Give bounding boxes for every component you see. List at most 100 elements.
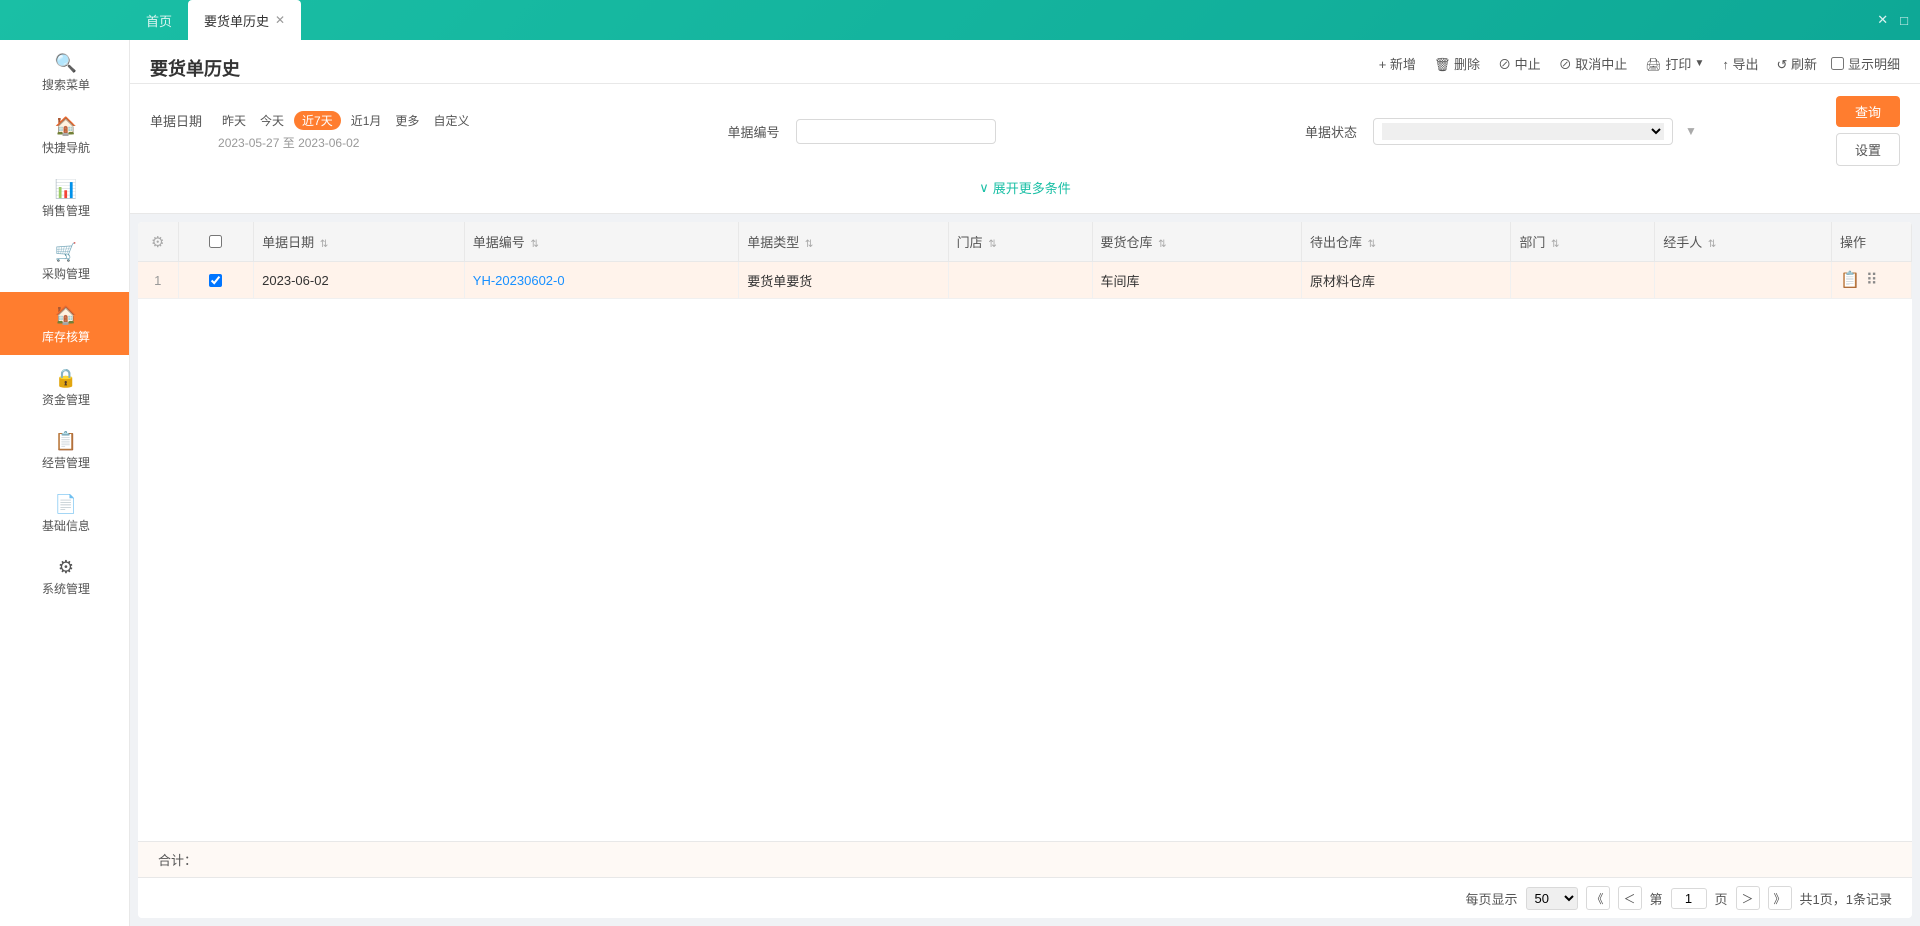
col-store: 门店 ⇅ — [948, 222, 1092, 262]
per-page-select[interactable]: 50 20 100 — [1526, 887, 1578, 910]
sort-docno-icon[interactable]: ⇅ — [530, 239, 538, 250]
inventory-icon: 🏠 — [55, 306, 77, 324]
chevron-down-expand-icon: ∨ — [979, 180, 989, 196]
sort-req-warehouse-icon[interactable]: ⇅ — [1158, 239, 1166, 250]
prev-page-btn[interactable]: ＜ — [1618, 886, 1642, 910]
sidebar-item-finance[interactable]: 🔒 资金管理 — [0, 355, 129, 418]
cell-handler — [1655, 262, 1832, 299]
select-all-checkbox[interactable] — [209, 235, 222, 248]
sort-store-icon[interactable]: ⇅ — [988, 239, 996, 250]
sort-department-icon[interactable]: ⇅ — [1551, 239, 1559, 250]
home-icon: 🏠 — [55, 117, 77, 135]
edit-action-icon[interactable]: 📋 — [1840, 270, 1860, 290]
display-detail-checkbox[interactable]: 显示明细 — [1831, 54, 1900, 73]
pagination-bar: 每页显示 50 20 100 《 ＜ 第 页 ＞ 》 共1页，1条记录 — [138, 877, 1912, 918]
date-btn-yesterday[interactable]: 昨天 — [218, 111, 250, 130]
expand-more-btn[interactable]: ∨ 展开更多条件 — [150, 174, 1900, 201]
top-bar: 首页 要货单历史 ✕ ✕ □ — [0, 0, 1920, 40]
cell-checkbox — [178, 262, 254, 299]
cell-pending-warehouse: 原材料仓库 — [1301, 262, 1510, 299]
window-close-btn[interactable]: ✕ — [1877, 12, 1888, 28]
table-body: 1 2023-06-02 YH-20230602-0 要货单要货 — [138, 262, 1912, 299]
sidebar-item-quick-nav[interactable]: 🏠 快捷导航 — [0, 103, 129, 166]
sidebar-item-basic-info[interactable]: 📄 基础信息 — [0, 481, 129, 544]
date-btn-today[interactable]: 今天 — [256, 111, 288, 130]
chevron-down-icon: ▼ — [1694, 58, 1704, 69]
gear-icon: ⚙ — [58, 558, 74, 576]
doc-no-link[interactable]: YH-20230602-0 — [473, 273, 565, 288]
col-settings[interactable]: ⚙ — [138, 222, 178, 262]
date-filter-section: 昨天 今天 近7天 近1月 更多 自定义 2023-05-27 至 2023-0… — [218, 111, 473, 151]
table-row: 1 2023-06-02 YH-20230602-0 要货单要货 — [138, 262, 1912, 299]
window-maximize-btn[interactable]: □ — [1900, 13, 1908, 28]
sidebar-item-inventory[interactable]: 🏠 库存核算 — [0, 292, 129, 355]
delete-button[interactable]: 🗑 删除 — [1430, 52, 1484, 75]
toolbar: + 新增 🗑 删除 ⊘ 中止 ⊘ 取消中止 🖨 打印 ▼ ↑ 导出 — [1375, 52, 1900, 83]
chevron-down-status-icon: ▼ — [1685, 124, 1697, 138]
display-detail-input[interactable] — [1831, 57, 1844, 70]
next-page-btn[interactable]: ＞ — [1736, 886, 1760, 910]
date-btn-custom[interactable]: 自定义 — [429, 111, 473, 130]
cancel-stop-button[interactable]: ⊘ 取消中止 — [1555, 52, 1632, 75]
table-area: ⚙ 单据日期 ⇅ — [138, 222, 1912, 918]
row-checkbox[interactable] — [209, 274, 222, 287]
sidebar-item-operations[interactable]: 📋 经营管理 — [0, 418, 129, 481]
table-settings-icon[interactable]: ⚙ — [151, 234, 164, 251]
cell-store — [948, 262, 1092, 299]
cell-doc-no: YH-20230602-0 — [464, 262, 738, 299]
col-req-warehouse: 要货仓库 ⇅ — [1092, 222, 1301, 262]
sidebar: 🔍 搜索菜单 🏠 快捷导航 📊 销售管理 🛒 采购管理 🏠 库存核算 🔒 资金管… — [0, 40, 130, 926]
table-header-row: ⚙ 单据日期 ⇅ — [138, 222, 1912, 262]
sort-doctype-icon[interactable]: ⇅ — [805, 239, 813, 250]
table-footer-total: 合计： — [138, 841, 1912, 877]
status-label: 单据状态 — [1305, 122, 1357, 141]
refresh-button[interactable]: ↺ 刷新 — [1772, 52, 1821, 75]
status-select[interactable] — [1382, 123, 1664, 140]
page-number-input[interactable] — [1671, 888, 1707, 909]
date-btn-1month[interactable]: 近1月 — [347, 111, 386, 130]
tab-home[interactable]: 首页 — [130, 0, 188, 40]
more-action-icon[interactable]: ⠿ — [1866, 270, 1878, 290]
status-select-wrapper[interactable] — [1373, 118, 1673, 145]
col-department: 部门 ⇅ — [1511, 222, 1655, 262]
col-actions: 操作 — [1832, 222, 1912, 262]
page-title: 要货单历史 — [150, 55, 240, 81]
sidebar-item-purchase[interactable]: 🛒 采购管理 — [0, 229, 129, 292]
cell-actions: 📋 ⠿ — [1832, 262, 1912, 299]
sort-handler-icon[interactable]: ⇅ — [1708, 239, 1716, 250]
date-btn-more[interactable]: 更多 — [391, 111, 423, 130]
stop-button[interactable]: ⊘ 中止 — [1494, 52, 1545, 75]
lock-icon: 🔒 — [55, 369, 77, 387]
col-pending-warehouse: 待出仓库 ⇅ — [1301, 222, 1510, 262]
print-button[interactable]: 🖨 打印 ▼ — [1641, 52, 1708, 75]
cell-doc-type: 要货单要货 — [739, 262, 948, 299]
sidebar-item-sales[interactable]: 📊 销售管理 — [0, 166, 129, 229]
doc-no-input[interactable] — [796, 119, 996, 144]
clipboard-icon: 📋 — [55, 432, 77, 450]
sort-date-icon[interactable]: ⇅ — [320, 239, 328, 250]
new-button[interactable]: + 新增 — [1375, 52, 1420, 75]
col-checkbox — [178, 222, 254, 262]
layout: 🔍 搜索菜单 🏠 快捷导航 📊 销售管理 🛒 采购管理 🏠 库存核算 🔒 资金管… — [0, 40, 1920, 926]
document-icon: 📄 — [55, 495, 77, 513]
sidebar-item-system[interactable]: ⚙ 系统管理 — [0, 544, 129, 607]
page-header: 要货单历史 + 新增 🗑 删除 ⊘ 中止 ⊘ 取消中止 🖨 打印 ▼ — [130, 40, 1920, 84]
export-button[interactable]: ↑ 导出 — [1718, 52, 1762, 75]
filter-area: 单据日期 昨天 今天 近7天 近1月 更多 自定义 2023-05-27 至 2… — [130, 84, 1920, 214]
sort-pending-warehouse-icon[interactable]: ⇅ — [1368, 239, 1376, 250]
date-range-display: 2023-05-27 至 2023-06-02 — [218, 134, 473, 151]
cell-req-warehouse: 车间库 — [1092, 262, 1301, 299]
query-button[interactable]: 查询 — [1836, 96, 1900, 127]
date-filter-label: 单据日期 — [150, 111, 202, 130]
cell-department — [1511, 262, 1655, 299]
settings-button[interactable]: 设置 — [1836, 133, 1900, 166]
date-btn-7days[interactable]: 近7天 — [294, 111, 341, 130]
col-doc-type: 单据类型 ⇅ — [739, 222, 948, 262]
cell-row-no: 1 — [138, 262, 178, 299]
tab-close-icon[interactable]: ✕ — [275, 13, 285, 27]
tab-history[interactable]: 要货单历史 ✕ — [188, 0, 301, 40]
chart-icon: 📊 — [55, 180, 77, 198]
sidebar-item-search[interactable]: 🔍 搜索菜单 — [0, 40, 129, 103]
first-page-btn[interactable]: 《 — [1586, 886, 1610, 910]
last-page-btn[interactable]: 》 — [1768, 886, 1792, 910]
